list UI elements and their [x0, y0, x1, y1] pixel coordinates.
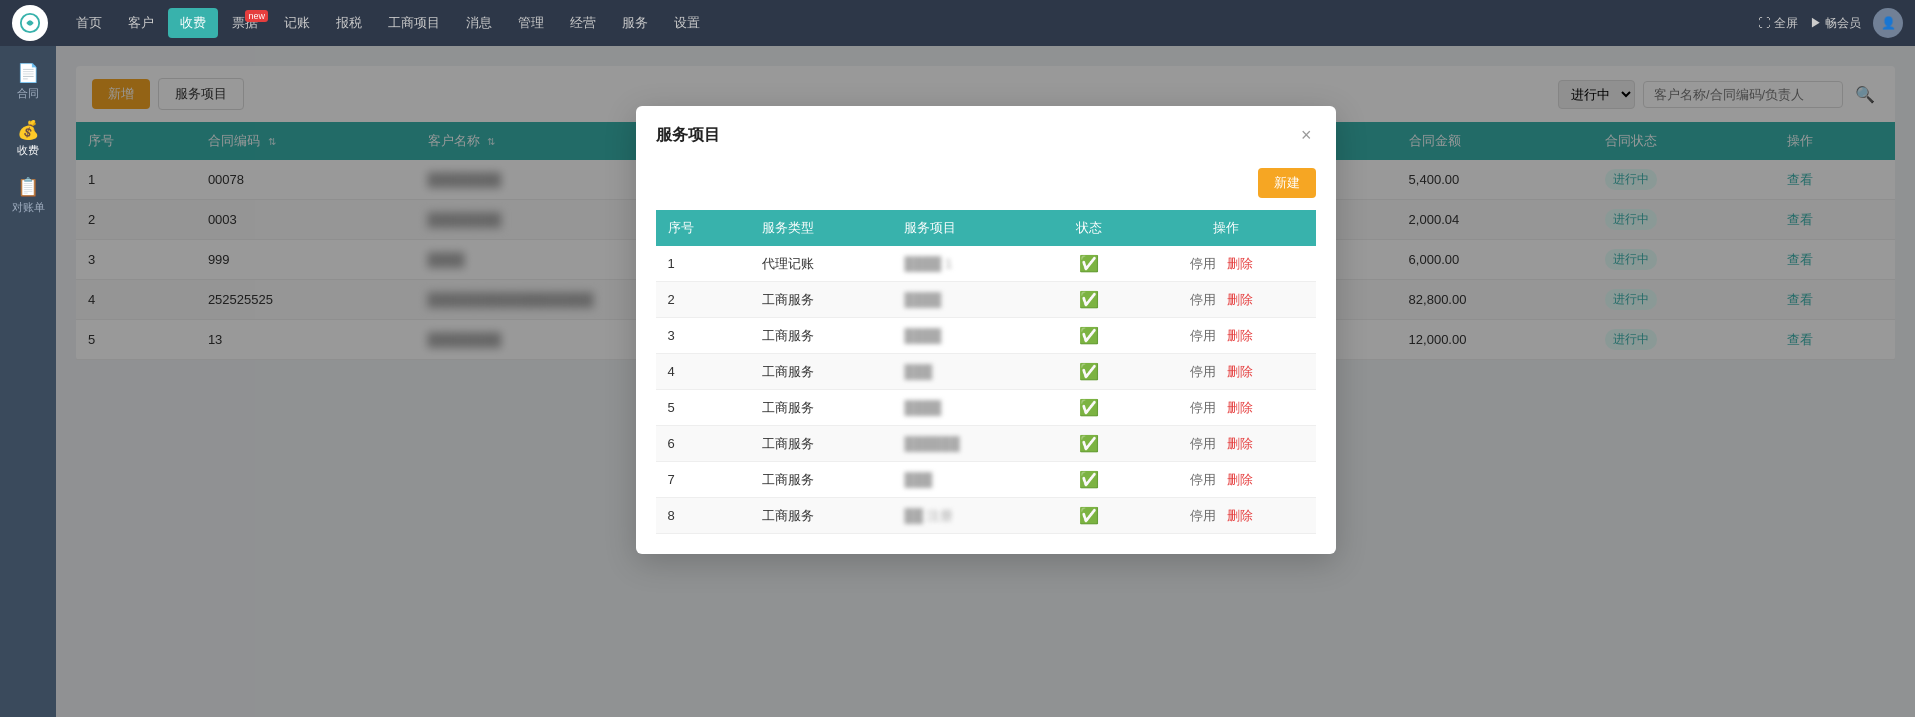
logo: [12, 5, 48, 41]
nav-items: 首页 客户 收费 票据 new 记账 报税 工商项目 消息 管理 经营 服务 设…: [64, 8, 1758, 38]
nav-operation[interactable]: 经营: [558, 8, 608, 38]
status-check-icon: ✅: [1079, 291, 1099, 308]
nav-settings[interactable]: 设置: [662, 8, 712, 38]
nav-ticket[interactable]: 票据 new: [220, 8, 270, 38]
mth-project: 服务项目: [892, 210, 1041, 246]
modal-toolbar: 新建: [656, 168, 1316, 198]
modal-table-row: 2 工商服务 ████ ✅ 停用 删除: [656, 282, 1316, 318]
modal-title: 服务项目: [656, 125, 720, 146]
status-check-icon: ✅: [1079, 327, 1099, 344]
status-check-icon: ✅: [1079, 363, 1099, 380]
nav-service[interactable]: 服务: [610, 8, 660, 38]
modal-new-button[interactable]: 新建: [1258, 168, 1316, 198]
delete-link[interactable]: 删除: [1227, 292, 1253, 307]
status-check-icon: ✅: [1079, 255, 1099, 272]
delete-link[interactable]: 删除: [1227, 256, 1253, 271]
disable-link[interactable]: 停用: [1190, 364, 1216, 379]
modal-close-button[interactable]: ×: [1297, 122, 1316, 148]
contract-icon: 📄: [17, 64, 39, 82]
disable-link[interactable]: 停用: [1190, 292, 1216, 307]
service-items-modal: 服务项目 × 新建 序号 服务类型 服务项目 状态 操作: [636, 106, 1336, 380]
nav-bookkeep[interactable]: 记账: [272, 8, 322, 38]
avatar[interactable]: 👤: [1873, 8, 1903, 38]
modal-table-row: 1 代理记账 ████ 1 ✅ 停用 删除: [656, 246, 1316, 282]
nav-fee[interactable]: 收费: [168, 8, 218, 38]
fee-icon: 💰: [17, 121, 39, 139]
modal-table-row: 3 工商服务 ████ ✅ 停用 删除: [656, 318, 1316, 354]
top-nav: 首页 客户 收费 票据 new 记账 报税 工商项目 消息 管理 经营 服务 设…: [0, 0, 1915, 46]
modal-body: 新建 序号 服务类型 服务项目 状态 操作 1 代理记账 █: [636, 156, 1336, 380]
delete-link[interactable]: 删除: [1227, 328, 1253, 343]
mth-op: 操作: [1136, 210, 1316, 246]
nav-right: ⛶ 全屏 ▶ 畅会员 👤: [1758, 8, 1903, 38]
nav-home[interactable]: 首页: [64, 8, 114, 38]
mth-status: 状态: [1042, 210, 1136, 246]
mth-type: 服务类型: [750, 210, 893, 246]
sidebar-item-fee[interactable]: 💰 收费: [0, 111, 56, 168]
disable-link[interactable]: 停用: [1190, 256, 1216, 271]
nav-business[interactable]: 工商项目: [376, 8, 452, 38]
member-btn[interactable]: ▶ 畅会员: [1810, 15, 1861, 32]
new-badge: new: [245, 10, 268, 22]
nav-manage[interactable]: 管理: [506, 8, 556, 38]
fullscreen-btn[interactable]: ⛶ 全屏: [1758, 15, 1797, 32]
disable-link[interactable]: 停用: [1190, 328, 1216, 343]
modal-overlay[interactable]: 服务项目 × 新建 序号 服务类型 服务项目 状态 操作: [56, 46, 1915, 380]
nav-tax[interactable]: 报税: [324, 8, 374, 38]
delete-link[interactable]: 删除: [1227, 364, 1253, 379]
mth-seq: 序号: [656, 210, 750, 246]
modal-table-row: 4 工商服务 ███ ✅ 停用 删除: [656, 354, 1316, 381]
nav-message[interactable]: 消息: [454, 8, 504, 38]
sidebar-item-reconcile[interactable]: 📋 对账单: [0, 168, 56, 225]
left-sidebar: 📄 合同 💰 收费 📋 对账单: [0, 46, 56, 380]
sidebar-item-contract[interactable]: 📄 合同: [0, 54, 56, 111]
modal-header: 服务项目 ×: [636, 106, 1336, 156]
reconcile-icon: 📋: [17, 178, 39, 196]
nav-customer[interactable]: 客户: [116, 8, 166, 38]
service-items-table: 序号 服务类型 服务项目 状态 操作 1 代理记账 ████ 1 ✅ 停用: [656, 210, 1316, 380]
